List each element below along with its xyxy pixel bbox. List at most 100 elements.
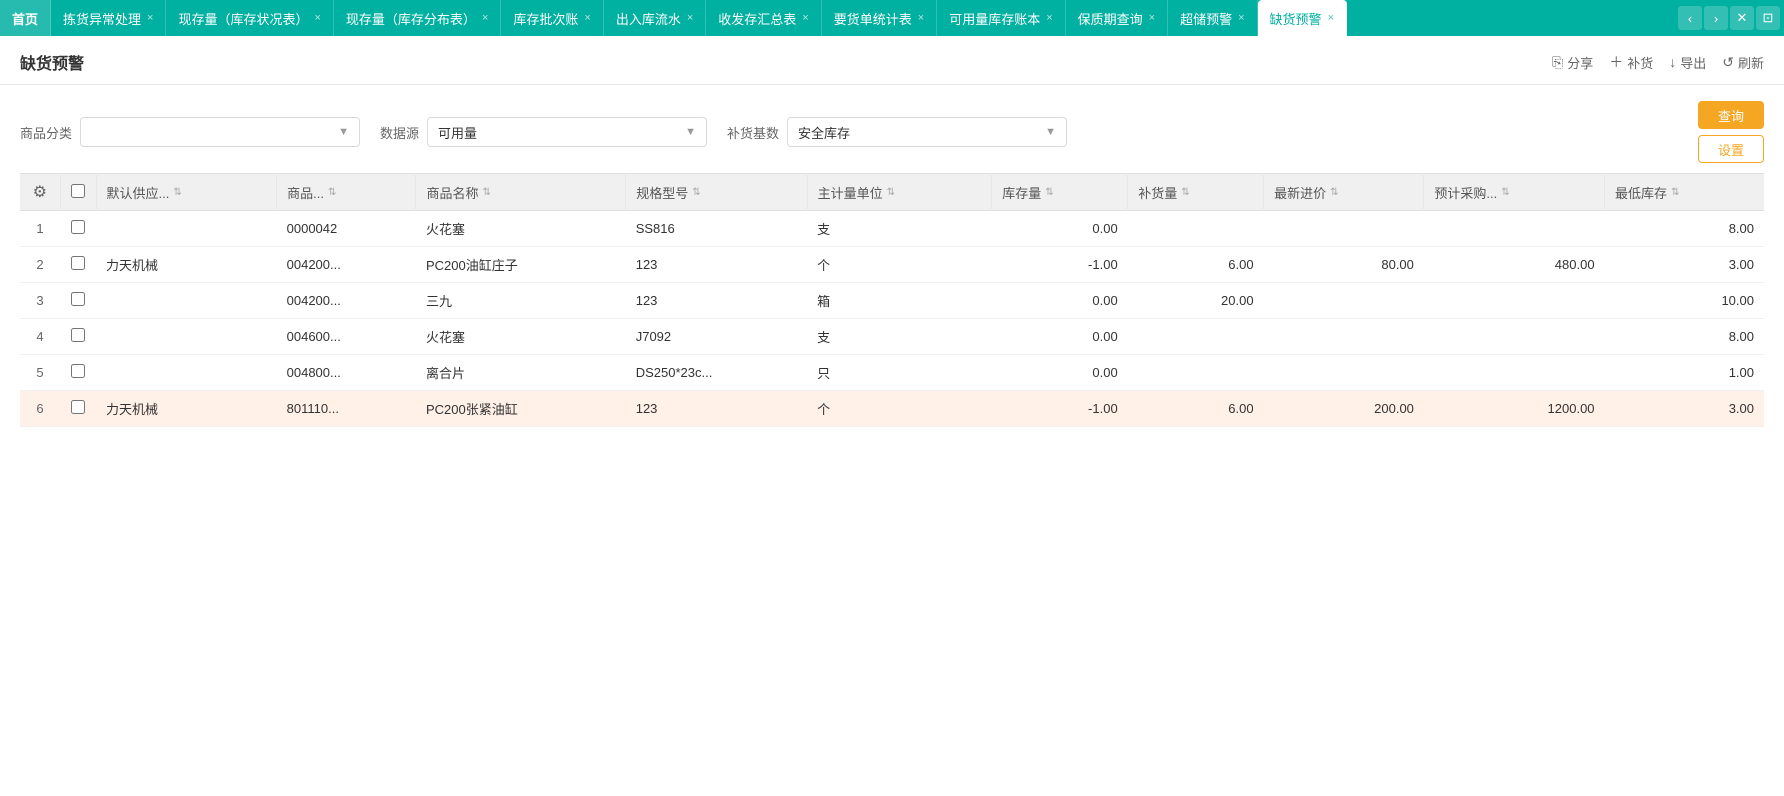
- th-latest-price-label: 最新进价: [1274, 183, 1326, 202]
- nav-tab-recv-send[interactable]: 收发存汇总表 ×: [706, 0, 821, 36]
- row-num-1: 1: [20, 211, 60, 247]
- nav-controls: ‹ › ✕ ⊡: [1678, 6, 1784, 30]
- th-stock-label: 库存量: [1002, 183, 1041, 202]
- datasource-select-value: 可用量: [438, 123, 685, 142]
- th-stock[interactable]: 库存量 ⇅: [992, 174, 1128, 211]
- restock-base-select-value: 安全库存: [798, 123, 1045, 142]
- row-checkbox-6[interactable]: [60, 391, 96, 427]
- close-avail-stock-icon[interactable]: ×: [1046, 12, 1052, 24]
- close-stock-batch-icon[interactable]: ×: [584, 12, 590, 24]
- row-min-stock-4: 8.00: [1605, 319, 1764, 355]
- refresh-label: 刷新: [1738, 53, 1764, 72]
- nav-tab-shortage-label: 缺货预警: [1270, 9, 1322, 28]
- nav-next-button[interactable]: ›: [1704, 6, 1728, 30]
- restock-base-select[interactable]: 安全库存 ▼: [787, 117, 1067, 147]
- row-checkbox-input-5[interactable]: [71, 364, 85, 378]
- nav-close-all-button[interactable]: ⊡: [1756, 6, 1780, 30]
- refresh-action[interactable]: ↺ 刷新: [1722, 53, 1764, 72]
- row-restock-qty-2: 6.00: [1128, 247, 1264, 283]
- nav-tab-shortage[interactable]: 缺货预警 ×: [1258, 0, 1347, 36]
- row-checkbox-input-2[interactable]: [71, 256, 85, 270]
- row-latest-price-5: [1264, 355, 1424, 391]
- row-checkbox-3[interactable]: [60, 283, 96, 319]
- row-checkbox-input-3[interactable]: [71, 292, 85, 306]
- row-unit-2: 个: [807, 247, 992, 283]
- restock-base-dropdown-arrow-icon: ▼: [1045, 126, 1056, 138]
- settings-button[interactable]: 设置: [1698, 135, 1764, 163]
- row-restock-qty-6: 6.00: [1128, 391, 1264, 427]
- nav-tab-shelf-life-label: 保质期查询: [1078, 9, 1143, 28]
- th-restock-qty[interactable]: 补货量 ⇅: [1128, 174, 1264, 211]
- close-shortage-icon[interactable]: ×: [1328, 12, 1334, 24]
- table-row: 4 004600... 火花塞 J7092 支 0.00 8.00: [20, 319, 1764, 355]
- th-spec-label: 规格型号: [636, 183, 688, 202]
- nav-tab-stock-flow[interactable]: 出入库流水 ×: [604, 0, 706, 36]
- th-product-code[interactable]: 商品... ⇅: [277, 174, 416, 211]
- th-latest-price[interactable]: 最新进价 ⇅: [1264, 174, 1424, 211]
- close-stock-flow-icon[interactable]: ×: [687, 12, 693, 24]
- nav-tab-order-stat[interactable]: 要货单统计表 ×: [822, 0, 937, 36]
- sort-name-icon: ⇅: [482, 187, 490, 198]
- close-overstock-icon[interactable]: ×: [1238, 12, 1244, 24]
- sort-restock-qty-icon: ⇅: [1181, 187, 1189, 198]
- row-checkbox-input-6[interactable]: [71, 400, 85, 414]
- th-est-purchase[interactable]: 预计采购... ⇅: [1424, 174, 1605, 211]
- header-actions: ⎘ 分享 ＋ 补货 ↓ 导出 ↺ 刷新: [1552, 52, 1764, 72]
- row-product-name-4: 火花塞: [416, 319, 626, 355]
- row-product-code-6: 801110...: [277, 391, 416, 427]
- row-checkbox-4[interactable]: [60, 319, 96, 355]
- row-min-stock-6: 3.00: [1605, 391, 1764, 427]
- data-table: ⚙ 默认供应... ⇅ 商品...: [20, 173, 1764, 427]
- row-checkbox-5[interactable]: [60, 355, 96, 391]
- close-stock-status-icon[interactable]: ×: [314, 12, 320, 24]
- nav-tab-avail-stock-label: 可用量库存账本: [949, 9, 1040, 28]
- refresh-icon: ↺: [1722, 54, 1734, 71]
- nav-tab-avail-stock[interactable]: 可用量库存账本 ×: [937, 0, 1065, 36]
- nav-tab-overstock-label: 超储预警: [1180, 9, 1232, 28]
- row-product-code-1: 0000042: [277, 211, 416, 247]
- nav-prev-button[interactable]: ‹: [1678, 6, 1702, 30]
- th-gear[interactable]: ⚙: [20, 174, 60, 211]
- nav-tab-shelf-life[interactable]: 保质期查询 ×: [1066, 0, 1168, 36]
- row-unit-1: 支: [807, 211, 992, 247]
- row-checkbox-1[interactable]: [60, 211, 96, 247]
- nav-tab-stock-status[interactable]: 现存量（库存状况表） ×: [166, 0, 333, 36]
- sort-unit-icon: ⇅: [887, 187, 895, 198]
- th-unit[interactable]: 主计量单位 ⇅: [807, 174, 992, 211]
- category-select[interactable]: ▼: [80, 117, 360, 147]
- row-min-stock-5: 1.00: [1605, 355, 1764, 391]
- close-pick-error-icon[interactable]: ×: [147, 12, 153, 24]
- close-order-stat-icon[interactable]: ×: [918, 12, 924, 24]
- nav-tab-stock-dist[interactable]: 现存量（库存分布表） ×: [334, 0, 501, 36]
- restock-action[interactable]: ＋ 补货: [1609, 52, 1653, 72]
- row-min-stock-1: 8.00: [1605, 211, 1764, 247]
- share-action[interactable]: ⎘ 分享: [1552, 53, 1593, 72]
- row-stock-6: -1.00: [992, 391, 1128, 427]
- select-all-checkbox[interactable]: [71, 184, 85, 198]
- close-recv-send-icon[interactable]: ×: [802, 12, 808, 24]
- row-product-code-2: 004200...: [277, 247, 416, 283]
- close-stock-dist-icon[interactable]: ×: [482, 12, 488, 24]
- export-action[interactable]: ↓ 导出: [1669, 53, 1706, 72]
- row-supplier-6: 力天机械: [96, 391, 277, 427]
- nav-tab-stock-batch[interactable]: 库存批次账 ×: [501, 0, 603, 36]
- th-min-stock[interactable]: 最低库存 ⇅: [1605, 174, 1764, 211]
- nav-tab-home[interactable]: 首页: [0, 0, 51, 36]
- row-checkbox-input-1[interactable]: [71, 220, 85, 234]
- datasource-select[interactable]: 可用量 ▼: [427, 117, 707, 147]
- query-button[interactable]: 查询: [1698, 101, 1764, 129]
- nav-tab-overstock[interactable]: 超储预警 ×: [1168, 0, 1257, 36]
- th-default-supplier[interactable]: 默认供应... ⇅: [96, 174, 277, 211]
- row-checkbox-input-4[interactable]: [71, 328, 85, 342]
- nav-tab-pick-error[interactable]: 拣货异常处理 ×: [51, 0, 166, 36]
- row-checkbox-2[interactable]: [60, 247, 96, 283]
- th-spec[interactable]: 规格型号 ⇅: [626, 174, 807, 211]
- close-shelf-life-icon[interactable]: ×: [1149, 12, 1155, 24]
- nav-close-current-button[interactable]: ✕: [1730, 6, 1754, 30]
- row-est-purchase-3: [1424, 283, 1605, 319]
- row-est-purchase-5: [1424, 355, 1605, 391]
- row-num-3: 3: [20, 283, 60, 319]
- th-unit-label: 主计量单位: [818, 183, 883, 202]
- th-product-name[interactable]: 商品名称 ⇅: [416, 174, 626, 211]
- row-est-purchase-4: [1424, 319, 1605, 355]
